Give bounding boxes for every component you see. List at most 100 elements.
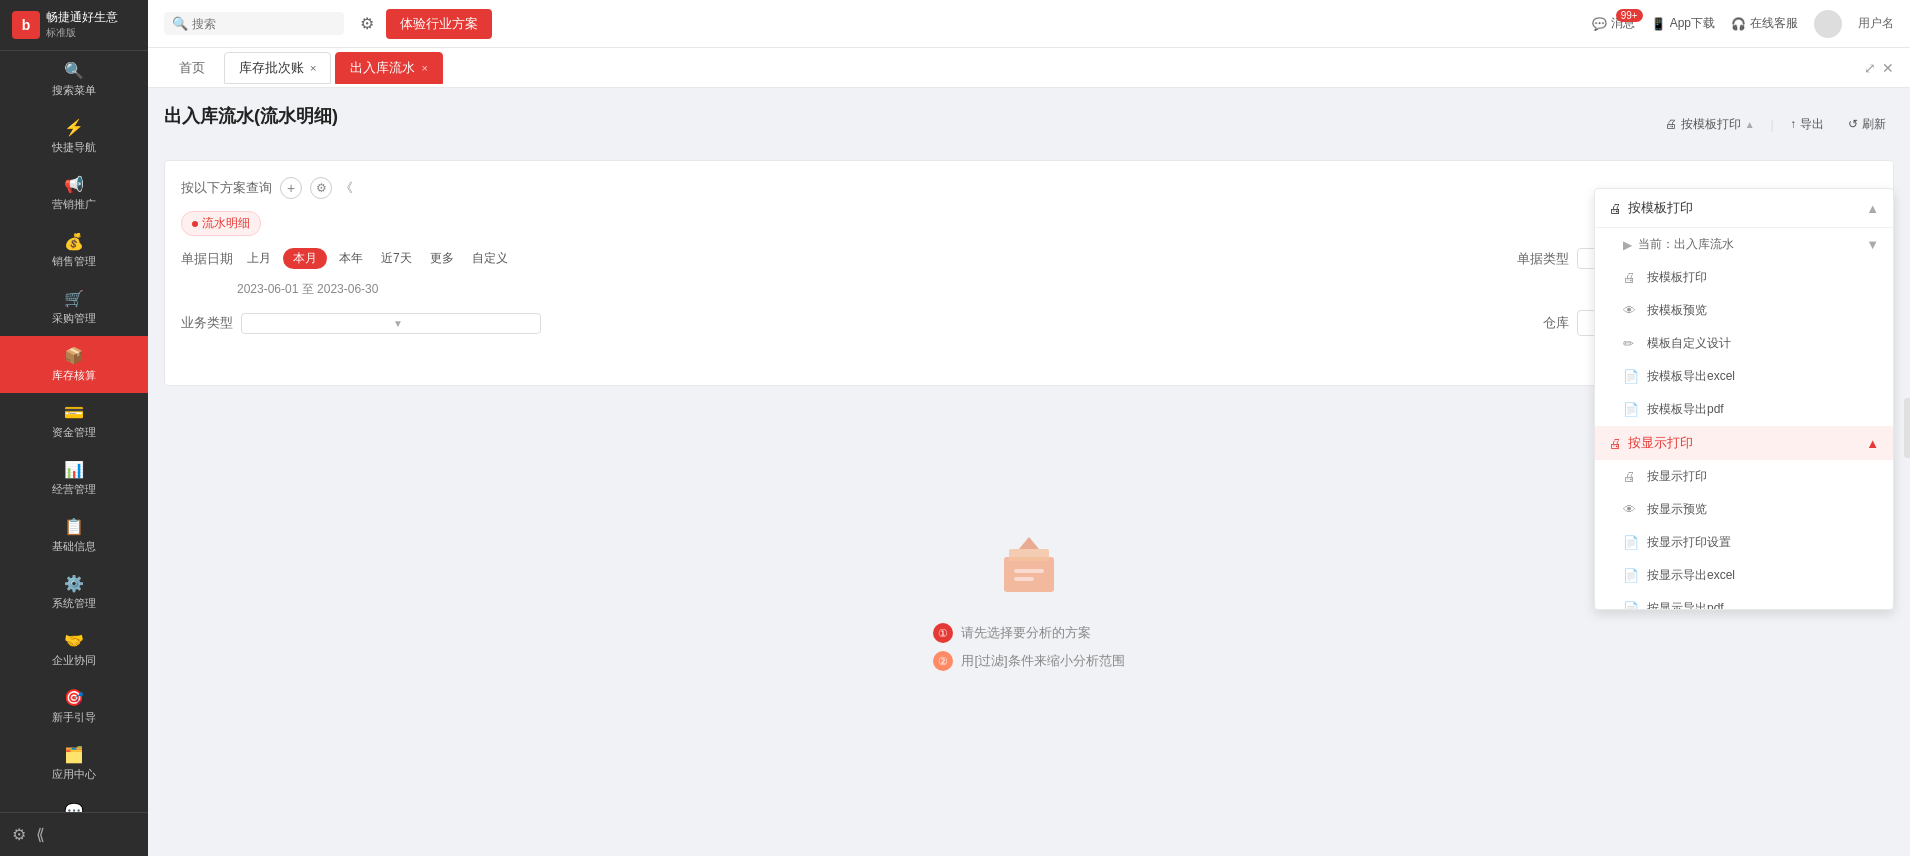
tab-home[interactable]: 首页 [164, 52, 220, 84]
display-section-label: 按显示打印 [1628, 434, 1693, 452]
date-options: 上月 本月 本年 近7天 更多 自定义 [241, 248, 514, 269]
date-option-thisyear[interactable]: 本年 [333, 248, 369, 269]
sidebar-item-wechat[interactable]: 💬 企业微信 [0, 792, 148, 812]
add-search-button[interactable]: + [280, 177, 302, 199]
shortcut-icon: ⚡ [64, 118, 84, 137]
search-icon: 🔍 [172, 16, 188, 31]
dropdown-item-template-preview[interactable]: 👁 按模板预览 [1595, 294, 1893, 327]
template-pdf-icon: 📄 [1623, 402, 1639, 417]
refresh-button[interactable]: ↺ 刷新 [1840, 112, 1894, 137]
chip-label: 流水明细 [202, 215, 250, 232]
topbar-actions: ⚙ [360, 14, 374, 33]
collapse-sidebar-icon[interactable]: ⟪ [36, 825, 45, 844]
guide-label: 新手引导 [52, 710, 96, 725]
topbar: 🔍 ⚙ 体验行业方案 💬 消息 99+ 📱 App下载 🎧 [148, 0, 1910, 48]
dropdown-item-display-print[interactable]: 🖨 按显示打印 [1595, 460, 1893, 493]
dropdown-display-section-header[interactable]: 🖨 按显示打印 ▲ [1595, 426, 1893, 460]
sidebar-item-guide[interactable]: 🎯 新手引导 [0, 678, 148, 735]
tab-maximize-icon[interactable]: ⤢ [1864, 60, 1876, 76]
dropdown-item-template-customize[interactable]: ✏ 模板自定义设计 [1595, 327, 1893, 360]
search-header-label: 按以下方案查询 [181, 179, 272, 197]
current-expand-icon[interactable]: ▼ [1866, 237, 1879, 252]
basic-label: 基础信息 [52, 539, 96, 554]
svg-rect-0 [1004, 557, 1054, 592]
dropdown-header-arrow-icon[interactable]: ▲ [1866, 201, 1879, 216]
dropdown-item-display-preview[interactable]: 👁 按显示预览 [1595, 493, 1893, 526]
sidebar-item-collab[interactable]: 🤝 企业协同 [0, 621, 148, 678]
biz-type-select[interactable]: ▼ [241, 313, 541, 334]
customer-service-button[interactable]: 🎧 在线客服 [1731, 15, 1798, 32]
print-icon: 🖨 [1665, 117, 1677, 131]
sidebar-item-basic[interactable]: 📋 基础信息 [0, 507, 148, 564]
search-icon: 🔍 [64, 61, 84, 80]
sidebar-item-shortcut[interactable]: ⚡ 快捷导航 [0, 108, 148, 165]
biz-type-label: 业务类型 [181, 314, 233, 332]
tab-close-all-icon[interactable]: ✕ [1882, 60, 1894, 76]
date-option-more[interactable]: 更多 [424, 248, 460, 269]
tab-inventory-batch-close[interactable]: × [310, 62, 316, 74]
search-input[interactable] [192, 17, 312, 31]
app-name: 畅捷通好生意 [46, 10, 118, 26]
search-chip[interactable]: 流水明细 [181, 211, 261, 236]
message-button[interactable]: 💬 消息 99+ [1592, 15, 1635, 32]
trial-button[interactable]: 体验行业方案 [386, 9, 492, 39]
app-sub: 标准版 [46, 26, 118, 40]
user-avatar[interactable] [1814, 10, 1842, 38]
search-collapse-button[interactable]: 《 [340, 179, 353, 197]
dropdown-item-template-print[interactable]: 🖨 按模板打印 [1595, 261, 1893, 294]
date-option-7days[interactable]: 近7天 [375, 248, 418, 269]
dropdown-item-display-excel[interactable]: 📄 按显示导出excel [1595, 559, 1893, 592]
export-icon: ↑ [1790, 117, 1796, 131]
dropdown-item-template-excel[interactable]: 📄 按模板导出excel [1595, 360, 1893, 393]
finance-label: 资金管理 [52, 425, 96, 440]
dropdown-item-display-pdf[interactable]: 📄 按显示导出pdf [1595, 592, 1893, 609]
topbar-search-box[interactable]: 🔍 [164, 12, 344, 35]
export-button[interactable]: ↑ 导出 [1782, 112, 1832, 137]
chip-dot [192, 221, 198, 227]
operation-label: 经营管理 [52, 482, 96, 497]
display-excel-label: 按显示导出excel [1647, 567, 1735, 584]
display-print-settings-icon: 📄 [1623, 535, 1639, 550]
date-option-thismonth[interactable]: 本月 [283, 248, 327, 269]
search-settings-button[interactable]: ⚙ [310, 177, 332, 199]
sidebar-item-sales[interactable]: 💰 销售管理 [0, 222, 148, 279]
sidebar-item-purchase[interactable]: 🛒 采购管理 [0, 279, 148, 336]
sidebar-item-appcenter[interactable]: 🗂️ 应用中心 [0, 735, 148, 792]
purchase-icon: 🛒 [64, 289, 84, 308]
print-template-button[interactable]: 🖨 按模板打印 ▲ [1657, 112, 1763, 137]
tab-inventory-flow-close[interactable]: × [421, 62, 427, 74]
display-pdf-icon: 📄 [1623, 601, 1639, 609]
sidebar-item-system[interactable]: ⚙️ 系统管理 [0, 564, 148, 621]
template-print-icon: 🖨 [1623, 270, 1639, 285]
display-preview-icon: 👁 [1623, 502, 1639, 517]
logo-text-area: 畅捷通好生意 标准版 [46, 10, 118, 40]
dropdown-current: ▶ 当前：出入库流水 ▼ [1595, 228, 1893, 261]
app-download-button[interactable]: 📱 App下载 [1651, 15, 1715, 32]
tab-inventory-flow[interactable]: 出入库流水 × [335, 52, 442, 84]
guide-icon: 🎯 [64, 688, 84, 707]
date-option-custom[interactable]: 自定义 [466, 248, 514, 269]
right-scroll-edge[interactable] [1904, 398, 1910, 458]
display-pdf-label: 按显示导出pdf [1647, 600, 1724, 609]
sidebar-item-finance[interactable]: 💳 资金管理 [0, 393, 148, 450]
message-badge: 99+ [1616, 9, 1643, 22]
tabbar-right: ⤢ ✕ [1864, 60, 1894, 76]
app-download-icon: 📱 [1651, 17, 1666, 31]
gear-icon[interactable]: ⚙ [360, 14, 374, 33]
sidebar-item-inventory[interactable]: 📦 库存核算 [0, 336, 148, 393]
dropdown-item-display-print-settings[interactable]: 📄 按显示打印设置 [1595, 526, 1893, 559]
dropdown-item-template-pdf[interactable]: 📄 按模板导出pdf [1595, 393, 1893, 426]
tab-inventory-batch[interactable]: 库存批次账 × [224, 52, 331, 84]
display-section-title: 🖨 按显示打印 [1609, 434, 1693, 452]
display-section-arrow-icon: ▲ [1866, 436, 1879, 451]
date-option-lastmonth[interactable]: 上月 [241, 248, 277, 269]
export-label: 导出 [1800, 116, 1824, 133]
sidebar-item-marketing[interactable]: 📢 营销推广 [0, 165, 148, 222]
doc-type-label: 单据类型 [1517, 250, 1569, 268]
settings-footer-icon[interactable]: ⚙ [12, 825, 26, 844]
print-template-label: 按模板打印 [1681, 116, 1741, 133]
shortcut-label: 快捷导航 [52, 140, 96, 155]
sidebar-item-operation[interactable]: 📊 经营管理 [0, 450, 148, 507]
sidebar-item-search[interactable]: 🔍 搜索菜单 [0, 51, 148, 108]
sales-label: 销售管理 [52, 254, 96, 269]
